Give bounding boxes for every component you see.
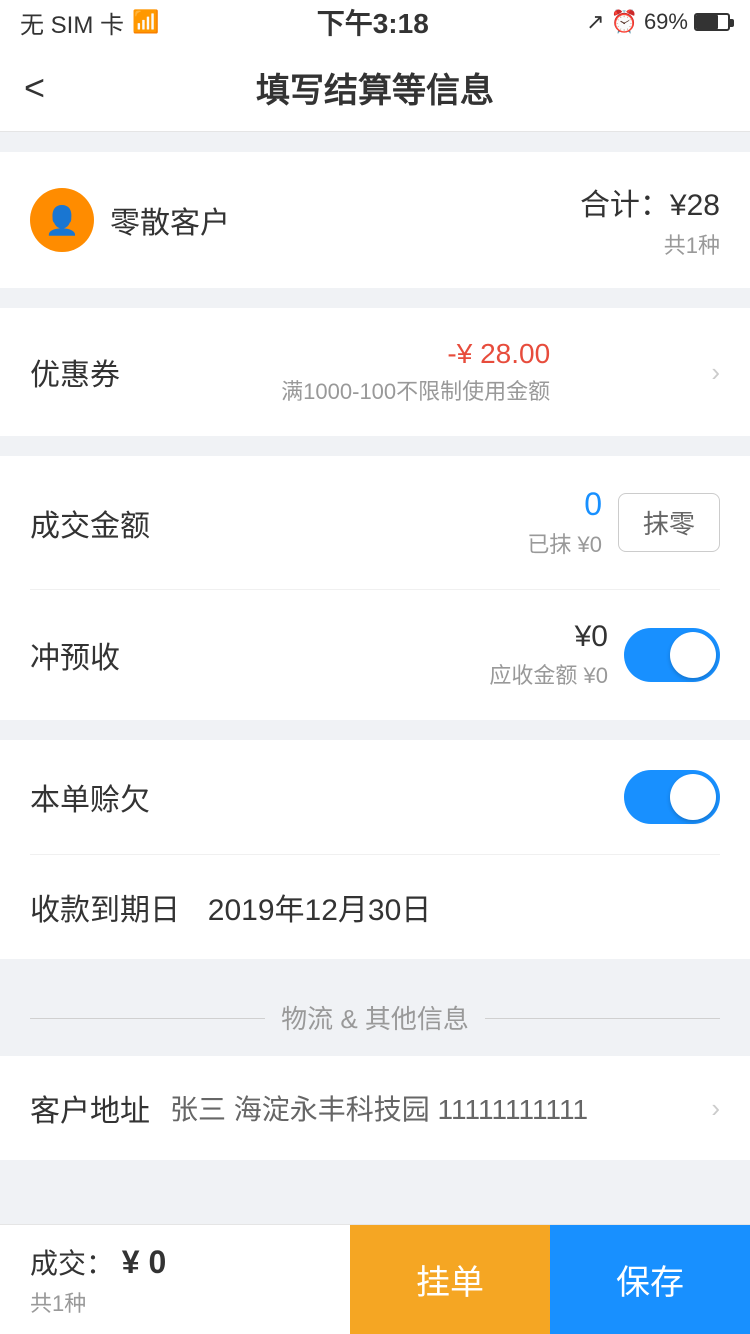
nav-bar: < 填写结算等信息 [0,44,750,132]
pre-receive-right: ¥0 应收金额 ¥0 [489,620,720,690]
avatar: 👤 [30,188,94,252]
coupon-row[interactable]: 优惠券 -¥ 28.00 满1000-100不限制使用金额 › [0,308,750,436]
content-area: 👤 零散客户 合计：¥28 共1种 优惠券 -¥ 28.00 满1000-100… [0,152,750,1300]
no-sim-text: 无 SIM 卡 [20,5,124,40]
credit-section: 本单赊欠 收款到期日 2019年12月30日 [0,740,750,959]
due-date-row: 收款到期日 2019年12月30日 [0,855,750,959]
avatar-icon: 👤 [45,204,80,237]
deal-amount-right: 0 已抹 ¥0 抹零 [527,486,720,559]
coupon-description: 满1000-100不限制使用金额 [281,374,550,406]
credit-toggle-knob [670,774,716,820]
back-button[interactable]: < [24,67,45,109]
battery-percent: 69% [644,9,688,35]
coupon-section: 优惠券 -¥ 28.00 满1000-100不限制使用金额 › [0,308,750,436]
toggle-knob [670,632,716,678]
coupon-right: -¥ 28.00 满1000-100不限制使用金额 [281,338,550,406]
bottom-bar: 成交： ¥ 0 共1种 挂单 保存 [0,1224,750,1334]
customer-row: 👤 零散客户 合计：¥28 共1种 [0,152,750,288]
total-amount: 合计：¥28 [580,180,720,224]
logistics-label: 物流 & 其他信息 [265,999,485,1036]
customer-name: 零散客户 [110,198,230,242]
credit-toggle[interactable] [624,770,720,824]
coupon-label: 优惠券 [30,350,120,394]
bottom-deal-amount: ¥ 0 [122,1244,166,1280]
page-title: 填写结算等信息 [256,63,494,112]
due-date-label: 收款到期日 [30,894,180,927]
status-left: 无 SIM 卡 📶 [20,5,159,40]
address-row[interactable]: 客户地址 张三 海淀永丰科技园 11111111111 › [0,1056,750,1160]
pre-receive-label: 冲预收 [30,633,120,677]
wifi-icon: 📶 [132,9,159,35]
credit-row: 本单赊欠 [0,740,750,854]
customer-section: 👤 零散客户 合计：¥28 共1种 [0,152,750,288]
deal-amount-sub: 已抹 ¥0 [527,527,602,559]
address-label: 客户地址 [30,1086,150,1130]
pre-receive-sub: 应收金额 ¥0 [489,658,608,690]
bottom-deal-line: 成交： ¥ 0 [30,1242,320,1282]
status-right: ↗ ⏰ 69% [586,9,730,35]
deal-amount-value[interactable]: 0 [527,486,602,523]
coupon-discount: -¥ 28.00 [281,338,550,370]
bottom-summary: 成交： ¥ 0 共1种 [0,1242,350,1318]
address-value: 张三 海淀永丰科技园 11111111111 [170,1088,691,1128]
address-section: 客户地址 张三 海淀永丰科技园 11111111111 › [0,1056,750,1160]
pre-receive-value: ¥0 [489,620,608,654]
save-button[interactable]: 保存 [550,1225,750,1334]
total-count: 共1种 [580,228,720,260]
address-chevron-icon: › [711,1093,720,1124]
customer-right: 合计：¥28 共1种 [580,180,720,260]
bottom-count: 共1种 [30,1286,320,1318]
coupon-chevron-icon: › [711,357,720,388]
alarm-icon: ⏰ [611,9,638,35]
location-icon: ↗ [586,9,604,35]
deal-amount-row: 成交金额 0 已抹 ¥0 抹零 [0,456,750,589]
logistics-divider: 物流 & 其他信息 [0,979,750,1056]
bottom-deal-label: 成交： [30,1248,114,1279]
customer-left: 👤 零散客户 [30,188,230,252]
pending-button[interactable]: 挂单 [350,1225,550,1334]
due-date-value[interactable]: 2019年12月30日 [208,894,431,927]
round-zero-button[interactable]: 抹零 [618,493,720,552]
pre-receive-row: 冲预收 ¥0 应收金额 ¥0 [0,590,750,720]
deal-section: 成交金额 0 已抹 ¥0 抹零 冲预收 ¥0 应收金额 ¥0 [0,456,750,720]
credit-label: 本单赊欠 [30,775,150,819]
battery-icon [694,13,730,31]
status-time: 下午3:18 [317,2,429,42]
status-bar: 无 SIM 卡 📶 下午3:18 ↗ ⏰ 69% [0,0,750,44]
deal-amount-label: 成交金额 [30,501,150,545]
pre-receive-toggle[interactable] [624,628,720,682]
